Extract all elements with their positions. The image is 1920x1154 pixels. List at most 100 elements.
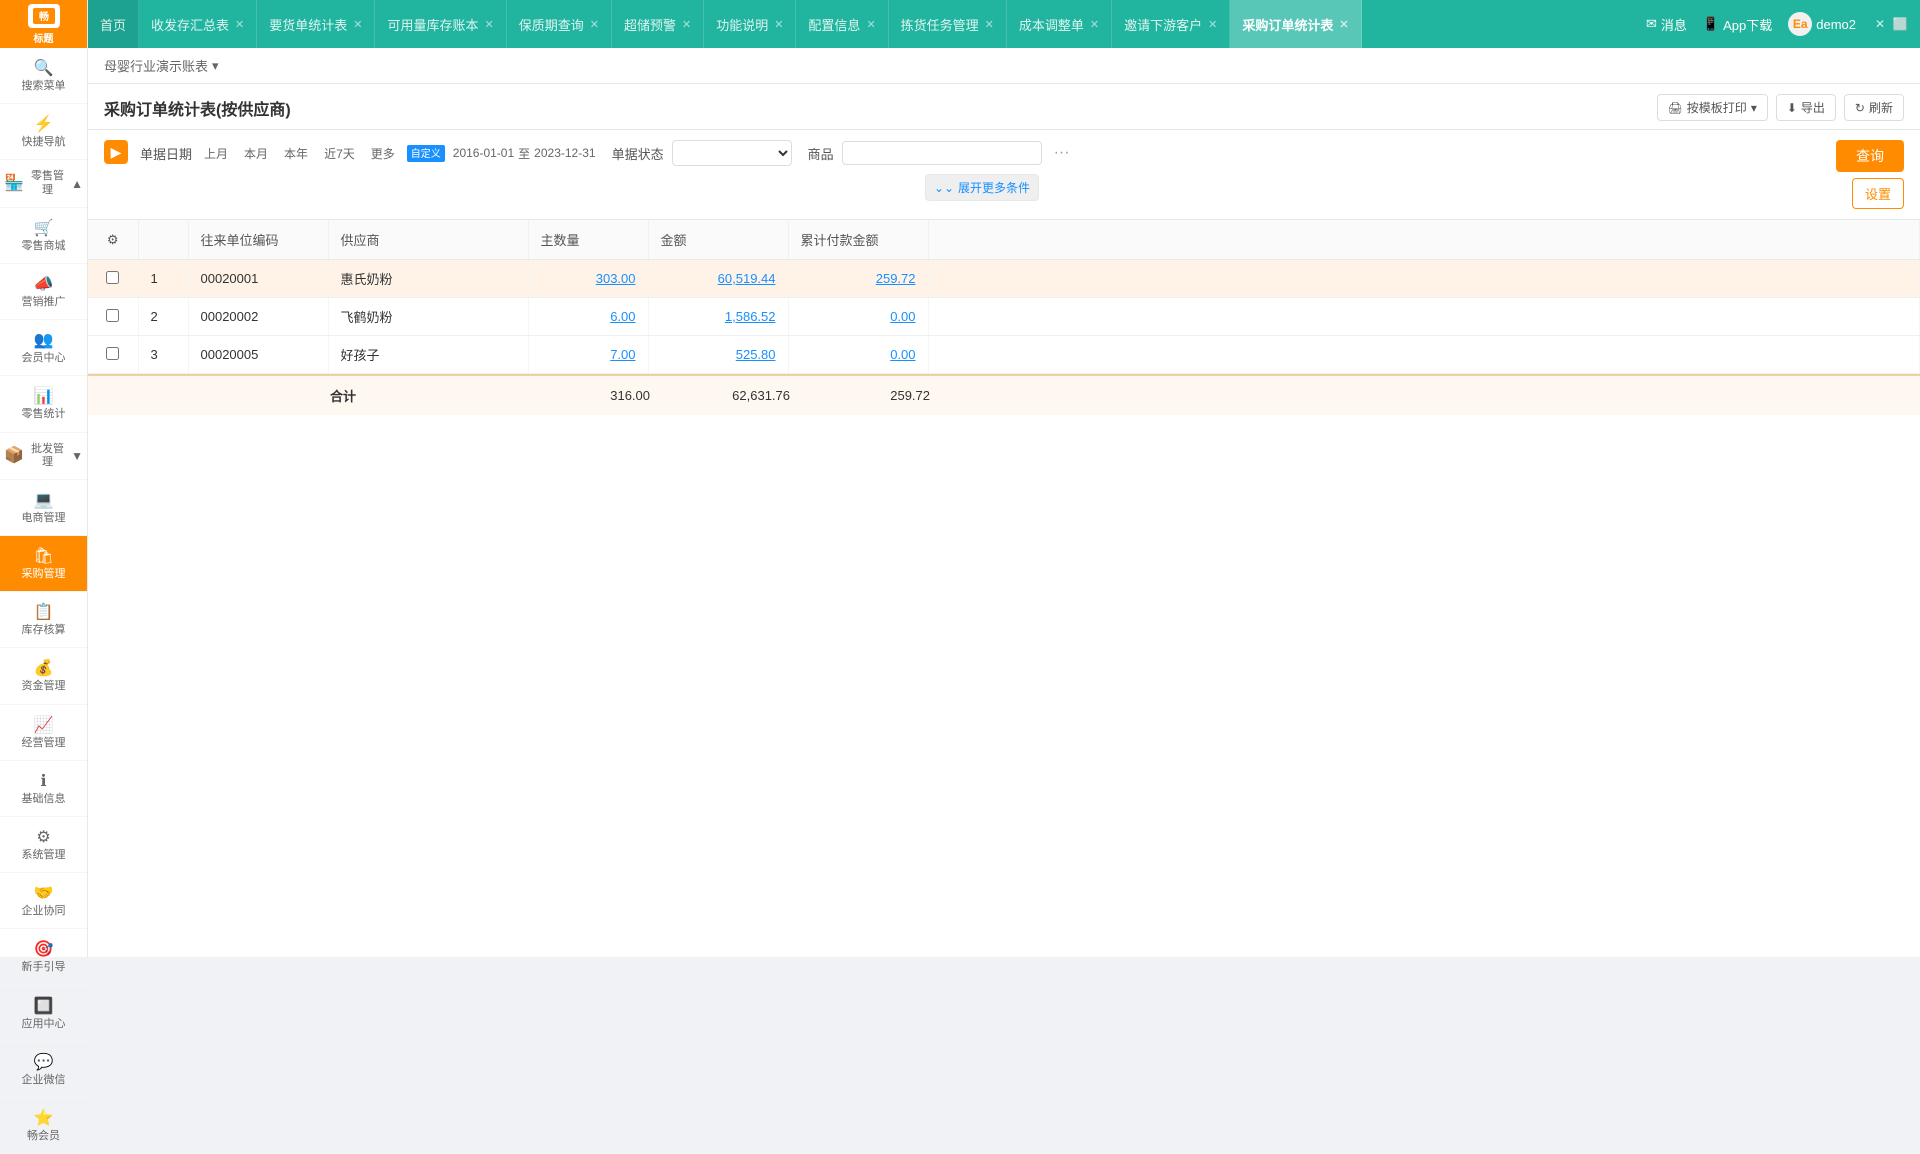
tab-receipts-close[interactable]: ✕ [235,18,244,31]
sidebar-item-retail-stats[interactable]: 📊 零售统计 [0,376,87,432]
tab-purchase-stat[interactable]: 采购订单统计表 ✕ [1230,0,1361,48]
table-row[interactable]: 3 00020005 好孩子 7.00 525.80 0.00 [88,336,1920,374]
retail-icon: 🏪 [4,173,24,193]
sidebar-item-appstore[interactable]: 🔲 应用中心 [0,986,87,1042]
sidebar-item-search-label: 搜索菜单 [22,80,66,93]
sidebar-item-members[interactable]: 👥 会员中心 [0,320,87,376]
status-select[interactable] [672,140,792,166]
tab-usable-inv[interactable]: 可用量库存账本 ✕ [375,0,506,48]
expand-filter-button[interactable]: ⌄⌄ 展开更多条件 [925,174,1039,201]
row-supplier: 好孩子 [328,336,528,374]
print-button[interactable]: 🖨 按模板打印 ▾ [1657,94,1768,121]
sidebar-item-wholesale[interactable]: 📦 批发管理 ▼ [0,433,87,480]
sidebar-item-retail[interactable]: 🏪 零售管理 ▲ [0,160,87,207]
table-row[interactable]: 2 00020002 飞鹤奶粉 6.00 1,586.52 0.00 [88,298,1920,336]
org-selector[interactable]: 母婴行业演示账表 ▾ [104,56,219,75]
sidebar-item-operations[interactable]: 📈 经营管理 [0,705,87,761]
export-button[interactable]: ⬇ 导出 [1776,94,1836,121]
filter-toggle-button[interactable]: ▶ [104,140,128,164]
status-filter-group: 单据状态 [612,140,792,166]
setting-button[interactable]: 设置 [1852,178,1904,209]
tab-requisition-close[interactable]: ✕ [353,18,362,31]
row-amount[interactable]: 60,519.44 [648,260,788,298]
message-btn[interactable]: ✉ 消息 [1646,15,1687,34]
tab-func-desc-label: 功能说明 [716,15,768,34]
newguide-icon: 🎯 [34,939,54,959]
search-button[interactable]: 查询 [1836,140,1904,172]
sidebar-item-marketing[interactable]: 📣 营销推广 [0,264,87,320]
shortcut-last-month[interactable]: 上月 [200,145,232,162]
user-avatar[interactable]: Ea demo2 [1788,12,1856,36]
tab-shelf-life[interactable]: 保质期查询 ✕ [507,0,612,48]
tab-shelf-life-close[interactable]: ✕ [590,18,599,31]
app-download-btn[interactable]: 📱 App下载 [1703,15,1772,34]
sidebar-item-member2[interactable]: ⭐ 畅会员 [0,1098,87,1154]
shortcut-more[interactable]: 更多 [367,145,399,162]
tab-config[interactable]: 配置信息 ✕ [796,0,888,48]
row-amount[interactable]: 525.80 [648,336,788,374]
col-supplier-header: 供应商 [328,220,528,260]
sidebar: 畅 标题 🔍 搜索菜单 ⚡ 快捷导航 🏪 零售管理 ▲ 🛒 零售商城 📣 营销推… [0,0,88,957]
tab-home[interactable]: 首页 [88,0,139,48]
sidebar-item-inventory[interactable]: 📋 库存核算 [0,592,87,648]
sidebar-item-purchase[interactable]: 🛍 采购管理 [0,536,87,592]
marketing-icon: 📣 [34,274,54,294]
window-maximize-btn[interactable]: ⬜ [1892,16,1908,32]
tab-overstock-close[interactable]: ✕ [682,18,691,31]
window-close-btn[interactable]: ✕ [1872,16,1888,32]
goods-label: 商品 [808,144,834,163]
shortcut-this-year[interactable]: 本年 [280,145,312,162]
tab-func-desc[interactable]: 功能说明 ✕ [704,0,796,48]
sidebar-item-ecommerce[interactable]: 💻 电商管理 [0,480,87,536]
row-check[interactable] [88,336,138,374]
shortcut-this-month[interactable]: 本月 [240,145,272,162]
tab-usable-inv-label: 可用量库存账本 [387,15,478,34]
tab-requisition[interactable]: 要货单统计表 ✕ [257,0,375,48]
table-area[interactable]: ⚙ 往来单位编码 供应商 主数量 金额 累计付款金额 1 00020001 惠氏… [88,220,1920,957]
sidebar-item-wechat[interactable]: 💬 企业微信 [0,1042,87,1098]
row-check[interactable] [88,298,138,336]
row-paid[interactable]: 0.00 [788,298,928,336]
row-check[interactable] [88,260,138,298]
sidebar-item-newguide[interactable]: 🎯 新手引导 [0,929,87,985]
tab-pick-task[interactable]: 拣货任务管理 ✕ [889,0,1007,48]
row-qty[interactable]: 7.00 [528,336,648,374]
tab-overstock[interactable]: 超储预警 ✕ [612,0,704,48]
tab-shelf-life-label: 保质期查询 [519,15,584,34]
tab-cost-adj-close[interactable]: ✕ [1090,18,1099,31]
row-paid[interactable]: 0.00 [788,336,928,374]
tab-invite-down[interactable]: 邀请下游客户 ✕ [1112,0,1230,48]
row-paid[interactable]: 259.72 [788,260,928,298]
operations-icon: 📈 [34,715,54,735]
date-label: 单据日期 [140,144,192,163]
tab-usable-inv-close[interactable]: ✕ [485,18,494,31]
col-check-header[interactable]: ⚙ [88,220,138,260]
sidebar-item-enterprise[interactable]: 🤝 企业协同 [0,873,87,929]
date-to[interactable]: 2023-12-31 [534,146,595,160]
sidebar-item-finance[interactable]: 💰 资金管理 [0,648,87,704]
sidebar-item-quicknav[interactable]: ⚡ 快捷导航 [0,104,87,160]
tab-func-desc-close[interactable]: ✕ [774,18,783,31]
goods-input[interactable] [842,141,1042,165]
tab-receipts[interactable]: 收发存汇总表 ✕ [139,0,257,48]
tab-invite-down-close[interactable]: ✕ [1208,18,1217,31]
tab-purchase-stat-close[interactable]: ✕ [1339,18,1348,31]
row-qty[interactable]: 6.00 [528,298,648,336]
table-row[interactable]: 1 00020001 惠氏奶粉 303.00 60,519.44 259.72 [88,260,1920,298]
row-qty[interactable]: 303.00 [528,260,648,298]
date-from[interactable]: 2016-01-01 [453,146,514,160]
settings-col-icon[interactable]: ⚙ [107,232,119,247]
goods-more-icon[interactable]: ··· [1054,144,1070,162]
tab-cost-adj[interactable]: 成本调整单 ✕ [1007,0,1112,48]
tab-config-close[interactable]: ✕ [866,18,875,31]
sidebar-item-basic[interactable]: ℹ 基础信息 [0,761,87,817]
footer-paid: 259.72 [790,388,930,403]
tab-pick-task-close[interactable]: ✕ [985,18,994,31]
shortcut-7days[interactable]: 近7天 [320,145,359,162]
members-icon: 👥 [34,330,54,350]
sidebar-item-shop[interactable]: 🛒 零售商城 [0,208,87,264]
sidebar-item-search[interactable]: 🔍 搜索菜单 [0,48,87,104]
refresh-button[interactable]: ↻ 刷新 [1844,94,1904,121]
row-amount[interactable]: 1,586.52 [648,298,788,336]
sidebar-item-system[interactable]: ⚙ 系统管理 [0,817,87,873]
